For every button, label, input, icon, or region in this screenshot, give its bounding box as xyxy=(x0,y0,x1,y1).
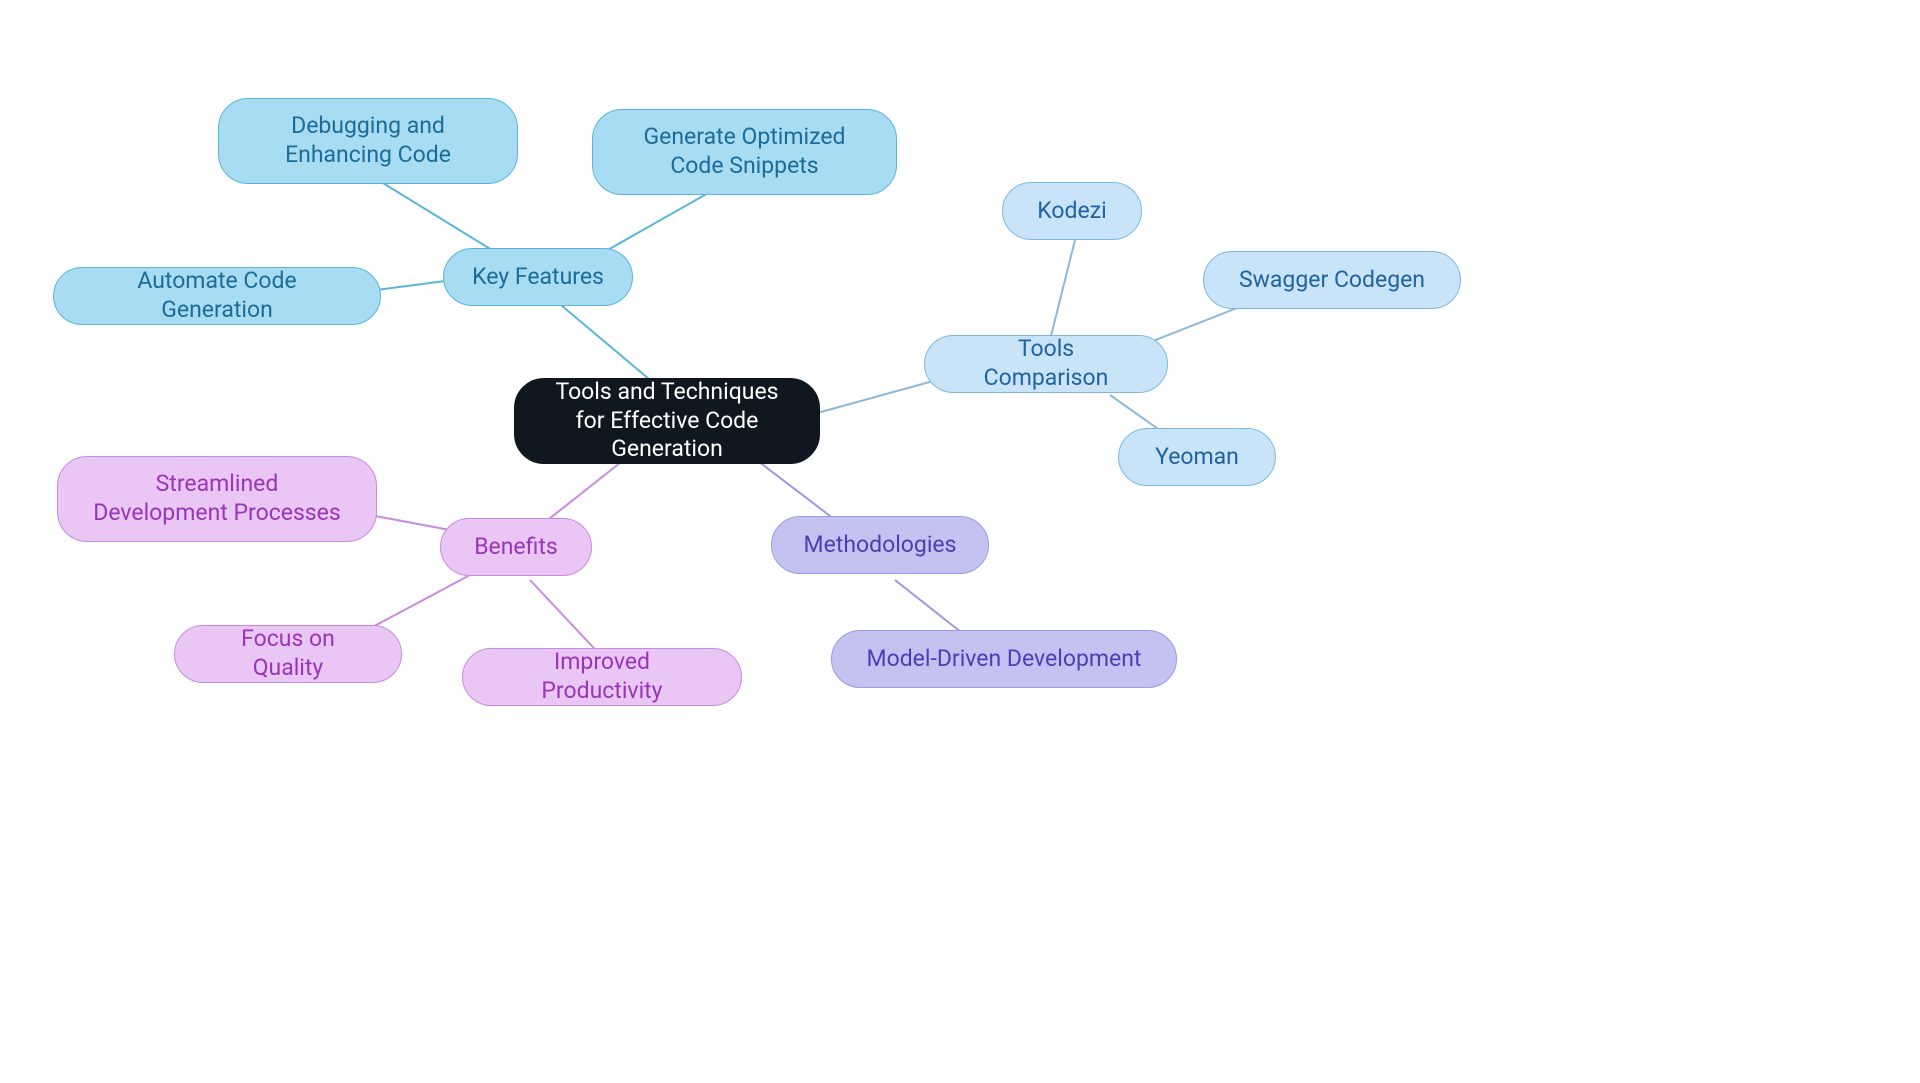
leaf-label: Automate Code Generation xyxy=(82,267,352,325)
branch-benefits[interactable]: Benefits xyxy=(440,518,592,576)
leaf-automate[interactable]: Automate Code Generation xyxy=(53,267,381,325)
leaf-mdd[interactable]: Model-Driven Development xyxy=(831,630,1177,688)
center-node[interactable]: Tools and Techniques for Effective Code … xyxy=(514,378,820,464)
leaf-label: Improved Productivity xyxy=(491,648,713,706)
leaf-label: Yeoman xyxy=(1155,443,1239,472)
leaf-debugging[interactable]: Debugging and Enhancing Code xyxy=(218,98,518,184)
leaf-label: Kodezi xyxy=(1037,197,1106,226)
branch-methodologies[interactable]: Methodologies xyxy=(771,516,989,574)
leaf-kodezi[interactable]: Kodezi xyxy=(1002,182,1142,240)
branch-label: Tools Comparison xyxy=(953,335,1139,393)
center-label: Tools and Techniques for Effective Code … xyxy=(543,378,791,464)
leaf-label: Focus on Quality xyxy=(203,625,373,683)
branch-label: Benefits xyxy=(474,533,558,562)
leaf-label: Debugging and Enhancing Code xyxy=(247,112,489,170)
branch-label: Key Features xyxy=(472,263,604,292)
branch-label: Methodologies xyxy=(804,531,957,560)
leaf-yeoman[interactable]: Yeoman xyxy=(1118,428,1276,486)
leaf-productivity[interactable]: Improved Productivity xyxy=(462,648,742,706)
leaf-label: Swagger Codegen xyxy=(1239,266,1425,295)
leaf-swagger[interactable]: Swagger Codegen xyxy=(1203,251,1461,309)
leaf-quality[interactable]: Focus on Quality xyxy=(174,625,402,683)
leaf-label: Model-Driven Development xyxy=(867,645,1142,674)
branch-key-features[interactable]: Key Features xyxy=(443,248,633,306)
leaf-streamlined[interactable]: Streamlined Development Processes xyxy=(57,456,377,542)
leaf-label: Generate Optimized Code Snippets xyxy=(621,123,868,181)
branch-tools-comparison[interactable]: Tools Comparison xyxy=(924,335,1168,393)
leaf-snippets[interactable]: Generate Optimized Code Snippets xyxy=(592,109,897,195)
leaf-label: Streamlined Development Processes xyxy=(86,470,348,528)
